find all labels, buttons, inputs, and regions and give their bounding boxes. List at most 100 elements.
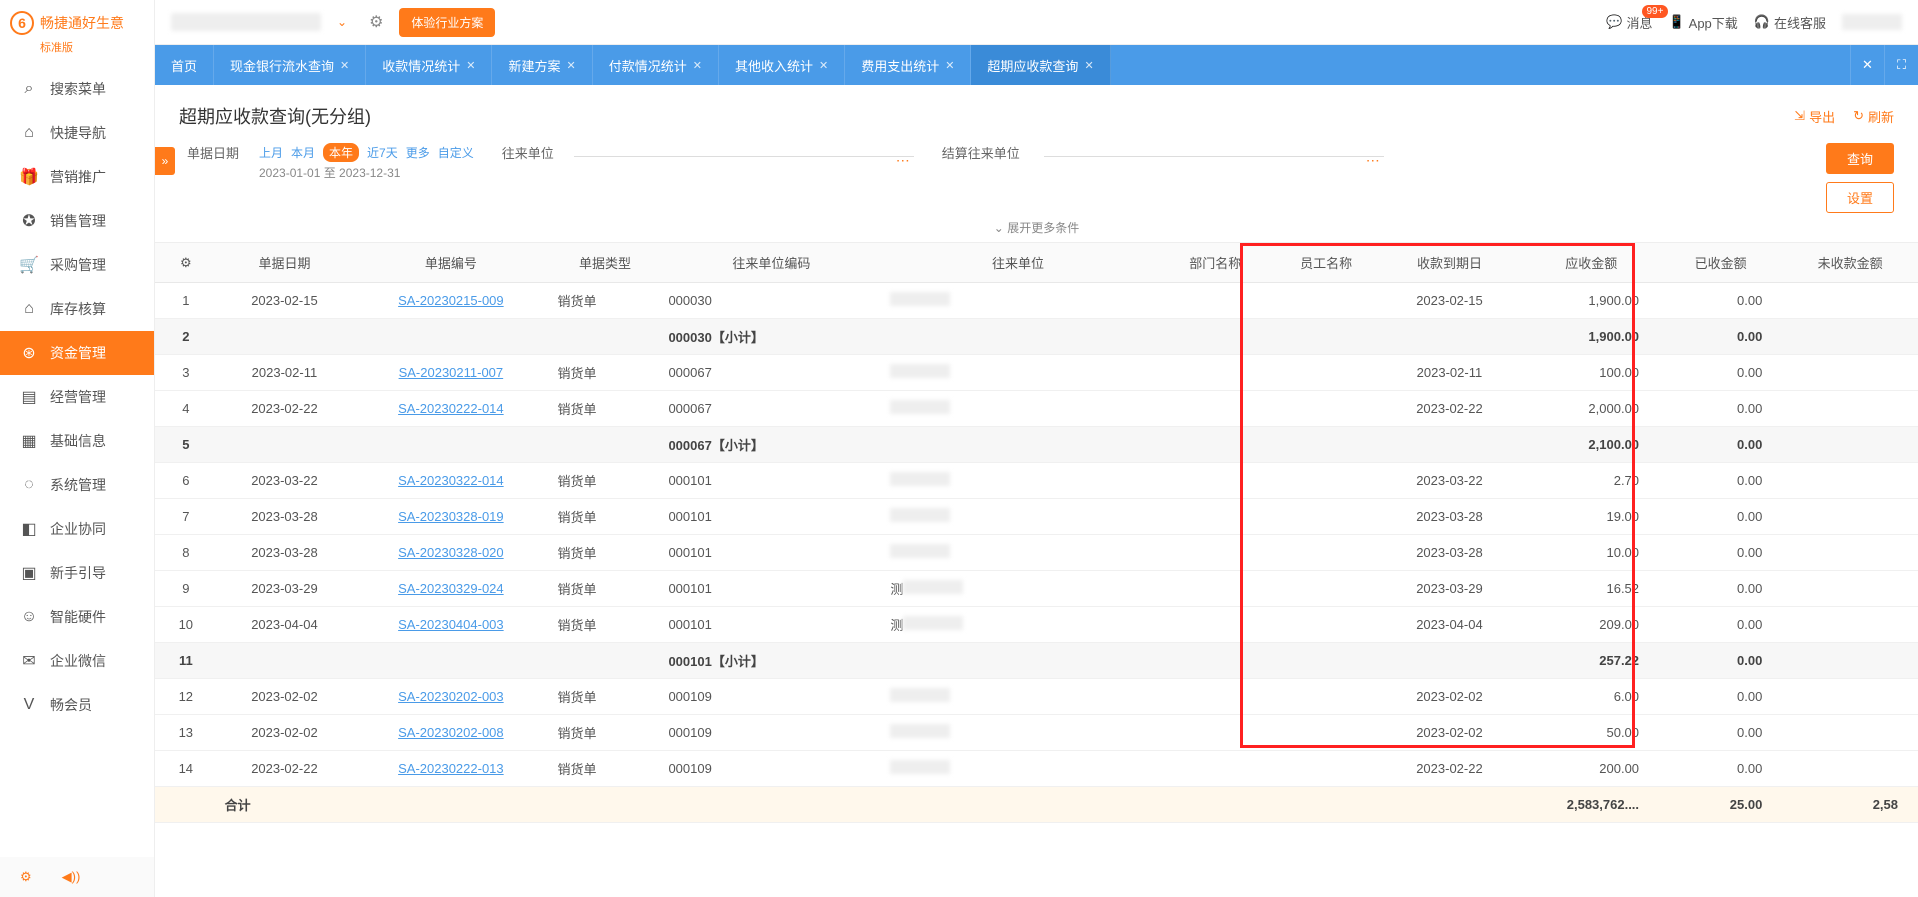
settle-unit-picker-icon[interactable]: ⋯ [1366, 152, 1380, 169]
unit-picker-icon[interactable]: ⋯ [896, 152, 910, 169]
settings-gear-icon[interactable]: ⚙ [20, 869, 32, 885]
doc-link[interactable]: SA-20230202-003 [398, 689, 504, 704]
column-header[interactable]: 应收金额 [1523, 243, 1659, 283]
sidebar-item[interactable]: V畅会员 [0, 683, 154, 727]
date-preset[interactable]: 自定义 [438, 144, 474, 161]
column-header[interactable]: 部门名称 [1154, 243, 1277, 283]
date-preset[interactable]: 近7天 [367, 144, 398, 161]
page-actions: ⇲导出 ↻刷新 [1794, 107, 1894, 126]
sidebar-item[interactable]: 🛒采购管理 [0, 243, 154, 287]
column-header[interactable]: 往来单位 [882, 243, 1153, 283]
tab[interactable]: 现金银行流水查询✕ [214, 45, 366, 85]
tab-close-icon[interactable]: ✕ [945, 59, 954, 72]
doc-link[interactable]: SA-20230328-019 [398, 509, 504, 524]
date-preset[interactable]: 本月 [291, 144, 315, 161]
doc-link[interactable]: SA-20230222-014 [398, 401, 504, 416]
tab[interactable]: 收款情况统计✕ [366, 45, 492, 85]
column-header[interactable]: 单据类型 [550, 243, 661, 283]
support-link[interactable]: 🎧 在线客服 [1754, 13, 1826, 32]
sidebar-item[interactable]: ⌂快捷导航 [0, 111, 154, 155]
table-row: 92023-03-29SA-20230329-024销货单000101测2023… [155, 571, 1918, 607]
sidebar-item[interactable]: ✪销售管理 [0, 199, 154, 243]
date-preset[interactable]: 本年 [323, 143, 359, 162]
doc-link[interactable]: SA-20230215-009 [398, 293, 504, 308]
date-range-text: 2023-01-01 至 2023-12-31 [259, 164, 474, 181]
column-header[interactable]: 往来单位编码 [660, 243, 882, 283]
column-header[interactable]: 员工名称 [1277, 243, 1376, 283]
tab-close-icon[interactable]: ✕ [340, 59, 349, 72]
industry-button[interactable]: 体验行业方案 [399, 8, 495, 37]
column-header[interactable]: 收款到期日 [1375, 243, 1523, 283]
sidebar-item[interactable]: ▦基础信息 [0, 419, 154, 463]
org-settings-icon[interactable]: ⚙ [363, 12, 389, 32]
main: ⌄ ⚙ 体验行业方案 💬 消息 99+ 📱 App下载 🎧 在线客服 [155, 0, 1918, 897]
sidebar-label: 智能硬件 [50, 607, 106, 627]
org-dropdown-icon[interactable]: ⌄ [331, 15, 353, 29]
tab-close-icon[interactable]: ✕ [1084, 59, 1093, 72]
brand-logo-icon: 6 [10, 11, 34, 35]
refresh-button[interactable]: ↻刷新 [1853, 107, 1894, 126]
column-header[interactable]: 已收金额 [1659, 243, 1782, 283]
tab[interactable]: 首页 [155, 45, 214, 85]
query-button[interactable]: 查询 [1826, 143, 1894, 174]
content-header: 超期应收款查询(无分组) ⇲导出 ↻刷新 [155, 85, 1918, 139]
tab-close-icon[interactable]: ✕ [693, 59, 702, 72]
tab-close-icon[interactable]: ✕ [819, 59, 828, 72]
doc-link[interactable]: SA-20230328-020 [398, 545, 504, 560]
tab[interactable]: 付款情况统计✕ [593, 45, 719, 85]
tab[interactable]: 新建方案✕ [492, 45, 592, 85]
gear-icon[interactable]: ⚙ [180, 255, 192, 270]
app-download-link[interactable]: 📱 App下载 [1668, 13, 1737, 32]
messages-link[interactable]: 💬 消息 99+ [1606, 13, 1652, 32]
column-gear[interactable]: ⚙ [155, 243, 217, 283]
sidebar-item[interactable]: ⌕搜索菜单 [0, 67, 154, 111]
subtotal-row: 5000067【小计】2,100.000.00 [155, 427, 1918, 463]
unit-blurred [903, 580, 963, 594]
table-wrap: ⚙ 单据日期单据编号单据类型往来单位编码往来单位部门名称员工名称收款到期日应收金额… [155, 243, 1918, 897]
doc-link[interactable]: SA-20230211-007 [399, 365, 504, 380]
export-button[interactable]: ⇲导出 [1794, 107, 1835, 126]
doc-link[interactable]: SA-20230222-013 [398, 761, 504, 776]
sidebar-label: 新手引导 [50, 563, 106, 583]
doc-link[interactable]: SA-20230329-024 [398, 581, 504, 596]
settings-button[interactable]: 设置 [1826, 182, 1894, 213]
tab[interactable]: 其他收入统计✕ [719, 45, 845, 85]
tab-close-icon[interactable]: ✕ [466, 59, 475, 72]
expand-conditions[interactable]: ⌄ 展开更多条件 [155, 213, 1918, 243]
sidebar-icon: ☺ [20, 608, 38, 626]
unit-filter-input[interactable]: ⋯ [574, 148, 914, 157]
column-header[interactable]: 单据编号 [352, 243, 549, 283]
settle-unit-filter-input[interactable]: ⋯ [1044, 148, 1384, 157]
sidebar-item[interactable]: ✉企业微信 [0, 639, 154, 683]
tab[interactable]: 超期应收款查询✕ [971, 45, 1110, 85]
tab-close-icon[interactable]: ✕ [567, 59, 576, 72]
fullscreen-icon[interactable]: ⛶ [1884, 45, 1918, 85]
sound-icon[interactable]: ◀)) [62, 869, 81, 885]
column-header[interactable]: 单据日期 [217, 243, 353, 283]
topbar-right: 💬 消息 99+ 📱 App下载 🎧 在线客服 [1606, 13, 1902, 32]
sidebar-item[interactable]: ▤经营管理 [0, 375, 154, 419]
date-preset[interactable]: 更多 [406, 144, 430, 161]
sidebar-item[interactable]: ⌂库存核算 [0, 287, 154, 331]
close-tab-icon[interactable]: ✕ [1850, 45, 1884, 85]
sidebar-item[interactable]: ◧企业协同 [0, 507, 154, 551]
refresh-icon: ↻ [1853, 108, 1864, 124]
sidebar-item[interactable]: 🎁营销推广 [0, 155, 154, 199]
filter-actions: 查询 设置 [1826, 143, 1894, 213]
collapse-filter-icon[interactable]: » [155, 147, 175, 175]
tab[interactable]: 费用支出统计✕ [845, 45, 971, 85]
export-icon: ⇲ [1794, 108, 1805, 124]
sidebar-label: 系统管理 [50, 475, 106, 495]
doc-link[interactable]: SA-20230202-008 [398, 725, 504, 740]
unit-blurred [890, 400, 950, 414]
doc-link[interactable]: SA-20230404-003 [398, 617, 504, 632]
date-preset[interactable]: 上月 [259, 144, 283, 161]
sidebar-item[interactable]: ▣ 新手引导 [0, 551, 154, 595]
unit-blurred [890, 472, 950, 486]
sidebar-icon: ▣ [20, 564, 38, 582]
sidebar-item[interactable]: ⊛资金管理 [0, 331, 154, 375]
sidebar-item[interactable]: ☺ 智能硬件 [0, 595, 154, 639]
sidebar-item[interactable]: ◌系统管理 [0, 463, 154, 507]
doc-link[interactable]: SA-20230322-014 [398, 473, 504, 488]
column-header[interactable]: 未收款金额 [1782, 243, 1918, 283]
